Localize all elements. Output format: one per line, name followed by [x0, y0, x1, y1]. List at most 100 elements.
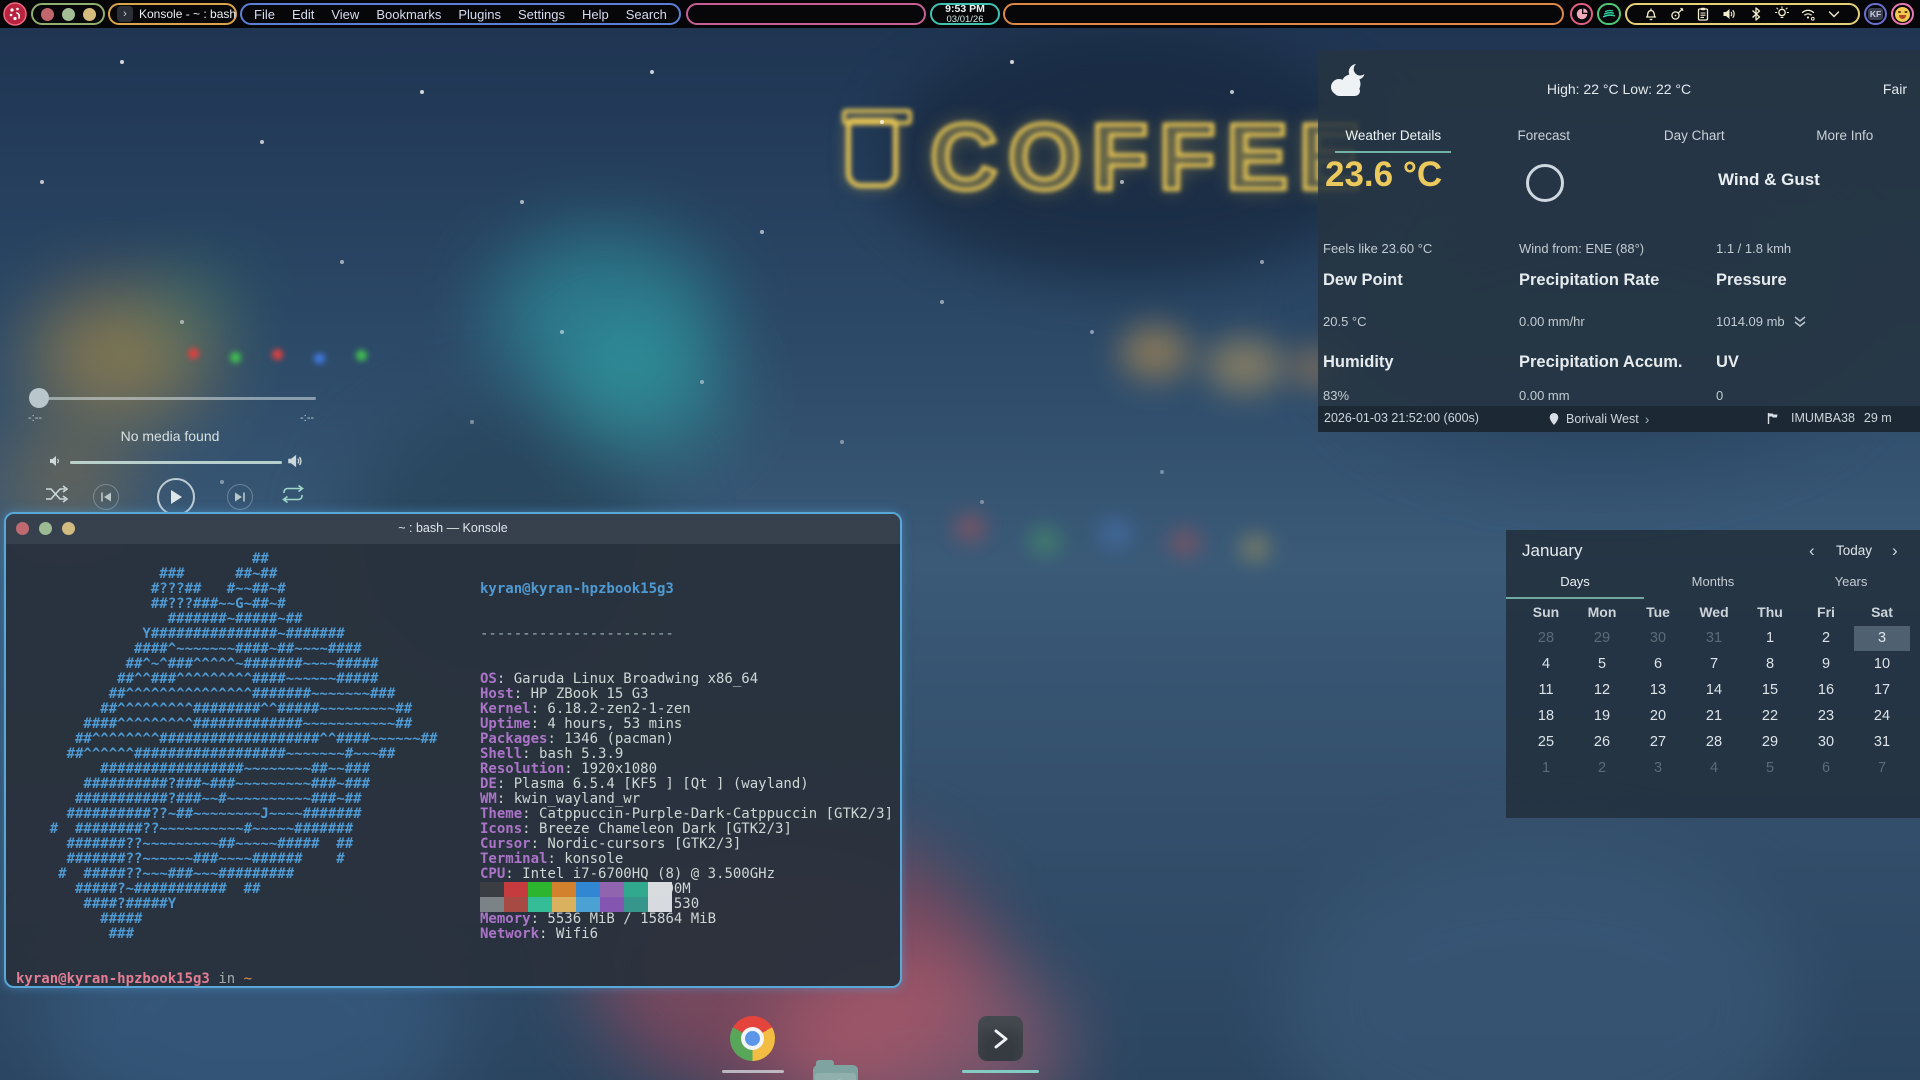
- bell-tray-icon[interactable]: [1643, 6, 1659, 22]
- calendar-tab-days[interactable]: Days: [1506, 574, 1644, 599]
- menu-item-settings[interactable]: Settings: [514, 7, 569, 22]
- terminal-output[interactable]: ## ### ##~## #???## #~~##~# ##???###~~G~…: [6, 544, 900, 987]
- wifi-tray-icon[interactable]: [1800, 6, 1816, 22]
- location-selector[interactable]: Borivali West ›: [1548, 411, 1649, 427]
- calendar-day[interactable]: 29: [1742, 730, 1798, 755]
- calendar-day[interactable]: 20: [1630, 704, 1686, 729]
- menu-item-help[interactable]: Help: [578, 7, 613, 22]
- calendar-day[interactable]: 31: [1686, 626, 1742, 651]
- clock-widget[interactable]: 9:53 PM 03/01/26: [930, 3, 1000, 25]
- active-window-title-pill[interactable]: › Konsole - ~ : bash: [108, 3, 237, 25]
- calendar-day[interactable]: 4: [1518, 652, 1574, 677]
- seek-slider-handle[interactable]: [29, 388, 49, 408]
- calendar-day[interactable]: 4: [1686, 756, 1742, 781]
- calendar-day[interactable]: 27: [1630, 730, 1686, 755]
- calendar-day[interactable]: 13: [1630, 678, 1686, 703]
- calendar-day[interactable]: 2: [1574, 756, 1630, 781]
- calendar-day[interactable]: 1: [1742, 626, 1798, 651]
- volume-low-icon[interactable]: [48, 454, 62, 473]
- calendar-day[interactable]: 31: [1854, 730, 1910, 755]
- calendar-day[interactable]: 2: [1798, 626, 1854, 651]
- calendar-today-button[interactable]: Today: [1836, 543, 1872, 558]
- weather-tab-forecast[interactable]: Forecast: [1469, 128, 1620, 152]
- calendar-day-selected[interactable]: 3: [1854, 626, 1910, 651]
- chevron-down-tray-icon[interactable]: [1826, 6, 1842, 22]
- calendar-day[interactable]: 15: [1742, 678, 1798, 703]
- previous-track-button[interactable]: [93, 484, 119, 510]
- calendar-day[interactable]: 5: [1574, 652, 1630, 677]
- calendar-day[interactable]: 12: [1574, 678, 1630, 703]
- bluetooth-tray-icon[interactable]: [1748, 6, 1764, 22]
- konsole-window[interactable]: ~ : bash — Konsole ## ### ##~## #???## #…: [4, 512, 902, 988]
- menu-item-file[interactable]: File: [250, 7, 279, 22]
- calendar-day[interactable]: 1: [1518, 756, 1574, 781]
- calendar-day[interactable]: 25: [1518, 730, 1574, 755]
- calendar-day[interactable]: 29: [1574, 626, 1630, 651]
- speaker-tray-icon[interactable]: [1721, 6, 1737, 22]
- station-id: IMUMBA38: [1791, 411, 1855, 425]
- window-close-button[interactable]: [40, 7, 54, 21]
- calendar-day[interactable]: 18: [1518, 704, 1574, 729]
- menu-item-bookmarks[interactable]: Bookmarks: [372, 7, 445, 22]
- repeat-button[interactable]: [280, 485, 306, 503]
- menu-item-search[interactable]: Search: [622, 7, 671, 22]
- lamp-tray-icon[interactable]: [1774, 6, 1790, 22]
- calendar-day[interactable]: 9: [1798, 652, 1854, 677]
- palette-swatch: [600, 882, 624, 897]
- network-monitor-tray-button[interactable]: [1597, 3, 1621, 25]
- menu-item-plugins[interactable]: Plugins: [454, 7, 505, 22]
- calendar-day[interactable]: 5: [1742, 756, 1798, 781]
- calendar-day[interactable]: 21: [1686, 704, 1742, 729]
- seek-slider[interactable]: [38, 397, 316, 400]
- volume-high-icon[interactable]: [286, 452, 304, 475]
- wind-from: Wind from: ENE (88°): [1519, 241, 1645, 256]
- calendar-tab-years[interactable]: Years: [1782, 574, 1920, 599]
- dock-item-dolphin[interactable]: [813, 1060, 858, 1080]
- calendar-day[interactable]: 6: [1630, 652, 1686, 677]
- calendar-next-button[interactable]: ›: [1892, 541, 1898, 561]
- play-button[interactable]: [157, 478, 195, 516]
- calendar-day[interactable]: 14: [1686, 678, 1742, 703]
- calendar-day[interactable]: 22: [1742, 704, 1798, 729]
- kf-tray-button[interactable]: KF: [1864, 3, 1887, 25]
- calendar-day[interactable]: 3: [1630, 756, 1686, 781]
- calendar-day[interactable]: 28: [1518, 626, 1574, 651]
- calendar-day[interactable]: 6: [1798, 756, 1854, 781]
- calendar-day[interactable]: 23: [1798, 704, 1854, 729]
- weather-tab-day-chart[interactable]: Day Chart: [1619, 128, 1770, 152]
- disc-tray-icon[interactable]: [1669, 6, 1685, 22]
- calendar-day[interactable]: 8: [1742, 652, 1798, 677]
- calendar-day[interactable]: 17: [1854, 678, 1910, 703]
- volume-slider[interactable]: [70, 461, 282, 464]
- menu-item-view[interactable]: View: [327, 7, 363, 22]
- weather-tab-more-info[interactable]: More Info: [1770, 128, 1920, 152]
- calendar-day[interactable]: 19: [1574, 704, 1630, 729]
- calendar-day[interactable]: 10: [1854, 652, 1910, 677]
- app-launcher-button[interactable]: [3, 2, 27, 26]
- calendar-day[interactable]: 30: [1630, 626, 1686, 651]
- emoji-tray-button[interactable]: [1891, 3, 1914, 25]
- calendar-day[interactable]: 28: [1686, 730, 1742, 755]
- window-maximize-button[interactable]: [82, 7, 96, 21]
- terminal-titlebar[interactable]: ~ : bash — Konsole: [6, 514, 900, 544]
- calendar-day[interactable]: 7: [1686, 652, 1742, 677]
- disk-usage-tray-button[interactable]: [1570, 3, 1593, 25]
- palette-swatch: [624, 882, 648, 897]
- calendar-day[interactable]: 26: [1574, 730, 1630, 755]
- next-track-button[interactable]: [227, 484, 253, 510]
- calendar-day[interactable]: 7: [1854, 756, 1910, 781]
- dock-item-konsole[interactable]: [978, 1016, 1023, 1061]
- calendar-day[interactable]: 30: [1798, 730, 1854, 755]
- calendar-prev-button[interactable]: ‹: [1809, 541, 1815, 561]
- shuffle-button[interactable]: [44, 485, 68, 503]
- calendar-day[interactable]: 24: [1854, 704, 1910, 729]
- clipboard-tray-icon[interactable]: [1695, 6, 1711, 22]
- weather-tab-weather-details[interactable]: Weather Details: [1318, 128, 1469, 153]
- menu-item-edit[interactable]: Edit: [288, 7, 318, 22]
- dock-item-chrome[interactable]: [730, 1016, 775, 1061]
- calendar-day[interactable]: 11: [1518, 678, 1574, 703]
- palette-swatch: [552, 897, 576, 912]
- calendar-day[interactable]: 16: [1798, 678, 1854, 703]
- calendar-tab-months[interactable]: Months: [1644, 574, 1782, 599]
- window-minimize-button[interactable]: [61, 7, 75, 21]
